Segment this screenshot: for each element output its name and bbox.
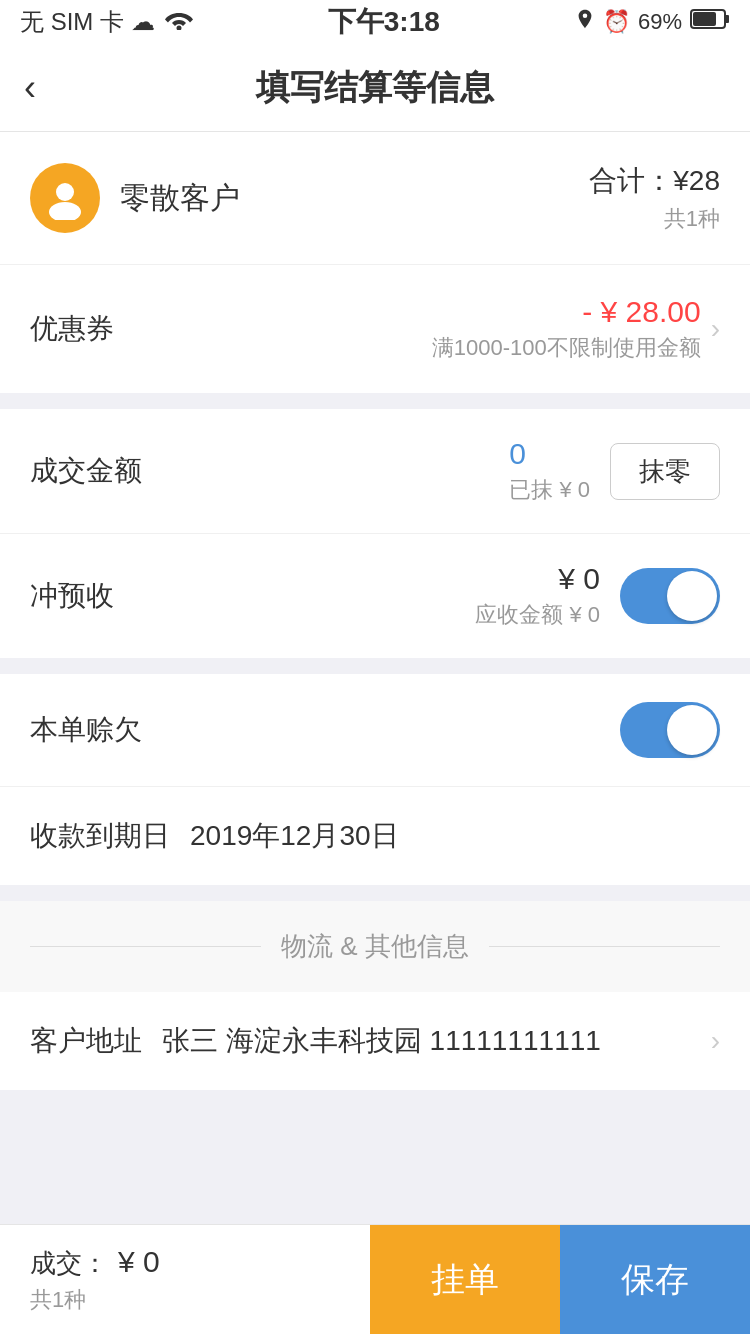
customer-total: 合计：¥28 xyxy=(589,162,720,200)
coupon-right: - ¥ 28.00 满1000-100不限制使用金额 › xyxy=(432,295,720,363)
bottom-transaction: 成交： ¥ 0 xyxy=(30,1245,340,1281)
coupon-label: 优惠券 xyxy=(30,310,114,348)
status-bar: 无 SIM 卡 ☁ 下午3:18 ⏰ 69% xyxy=(0,0,750,44)
svg-point-4 xyxy=(56,183,74,201)
transaction-amount-row: 成交金额 0 已抹 ¥ 0 抹零 xyxy=(0,409,750,534)
status-time: 下午3:18 xyxy=(328,3,440,41)
address-chevron-icon: › xyxy=(711,1025,720,1057)
round-zero-button[interactable]: 抹零 xyxy=(610,443,720,500)
status-right: ⏰ 69% xyxy=(575,8,730,36)
svg-rect-3 xyxy=(693,12,716,26)
transaction-card: 成交金额 0 已抹 ¥ 0 抹零 冲预收 ¥ 0 应收金额 ¥ 0 xyxy=(0,409,750,658)
status-left: 无 SIM 卡 ☁ xyxy=(20,6,193,38)
debit-label: 本单赊欠 xyxy=(30,711,142,749)
save-button[interactable]: 保存 xyxy=(560,1225,750,1334)
content: 零散客户 合计：¥28 共1种 优惠券 - ¥ 28.00 满1000-100不… xyxy=(0,132,750,1226)
svg-point-5 xyxy=(49,202,81,220)
prepayment-toggle[interactable] xyxy=(620,568,720,624)
customer-left: 零散客户 xyxy=(30,163,240,233)
transaction-value: 0 xyxy=(509,437,590,471)
coupon-amount: - ¥ 28.00 xyxy=(432,295,701,329)
coupon-value: - ¥ 28.00 满1000-100不限制使用金额 xyxy=(432,295,701,363)
bottom-buttons: 挂单 保存 xyxy=(370,1225,750,1334)
prepayment-sub: 应收金额 ¥ 0 xyxy=(475,600,600,630)
toggle-circle xyxy=(667,571,717,621)
prepayment-label: 冲预收 xyxy=(30,577,114,615)
customer-card: 零散客户 合计：¥28 共1种 优惠券 - ¥ 28.00 满1000-100不… xyxy=(0,132,750,393)
carrier-text: 无 SIM 卡 ☁ xyxy=(20,6,155,38)
debit-toggle[interactable] xyxy=(620,702,720,758)
bottom-info: 成交： ¥ 0 共1种 xyxy=(0,1245,370,1315)
bottom-transaction-value: ¥ 0 xyxy=(118,1245,160,1279)
coupon-desc: 满1000-100不限制使用金额 xyxy=(432,333,701,363)
user-icon xyxy=(43,176,87,220)
transaction-value-block: 0 已抹 ¥ 0 xyxy=(509,437,590,505)
logistics-title: 物流 & 其他信息 xyxy=(281,929,469,964)
svg-point-0 xyxy=(176,26,181,31)
bottom-transaction-label: 成交： xyxy=(30,1246,108,1281)
battery-icon xyxy=(690,8,730,36)
bottom-count: 共1种 xyxy=(30,1285,340,1315)
location-icon xyxy=(575,8,595,36)
alarm-icon: ⏰ xyxy=(603,9,630,35)
prepayment-amount: ¥ 0 xyxy=(475,562,600,596)
transaction-right: 0 已抹 ¥ 0 抹零 xyxy=(509,437,720,505)
address-label: 客户地址 xyxy=(30,1022,142,1060)
avatar xyxy=(30,163,100,233)
svg-rect-2 xyxy=(725,15,729,23)
prepayment-row: 冲预收 ¥ 0 应收金额 ¥ 0 xyxy=(0,534,750,658)
battery-text: 69% xyxy=(638,9,682,35)
debit-toggle-circle xyxy=(667,705,717,755)
transaction-sub: 已抹 ¥ 0 xyxy=(509,475,590,505)
customer-name: 零散客户 xyxy=(120,178,240,219)
prepayment-right: ¥ 0 应收金额 ¥ 0 xyxy=(475,562,720,630)
address-row[interactable]: 客户地址 张三 海淀永丰科技园 11111111111 › xyxy=(0,992,750,1090)
due-date-value: 2019年12月30日 xyxy=(190,817,399,855)
wifi-icon xyxy=(165,8,193,36)
nav-bar: ‹ 填写结算等信息 xyxy=(0,44,750,132)
logistics-header: 物流 & 其他信息 xyxy=(0,901,750,992)
back-button[interactable]: ‹ xyxy=(24,67,36,109)
logistics-line-left xyxy=(30,946,261,947)
page-title: 填写结算等信息 xyxy=(256,65,494,111)
address-value: 张三 海淀永丰科技园 11111111111 xyxy=(162,1022,711,1060)
customer-row: 零散客户 合计：¥28 共1种 xyxy=(0,132,750,264)
coupon-chevron-icon: › xyxy=(711,313,720,345)
bottom-bar: 成交： ¥ 0 共1种 挂单 保存 xyxy=(0,1224,750,1334)
due-date-label: 收款到期日 xyxy=(30,817,170,855)
coupon-row[interactable]: 优惠券 - ¥ 28.00 满1000-100不限制使用金额 › xyxy=(0,264,750,393)
customer-count: 共1种 xyxy=(589,204,720,234)
debit-card: 本单赊欠 收款到期日 2019年12月30日 xyxy=(0,674,750,885)
pending-button[interactable]: 挂单 xyxy=(370,1225,560,1334)
debit-row: 本单赊欠 xyxy=(0,674,750,786)
transaction-label: 成交金额 xyxy=(30,452,142,490)
due-date-row: 收款到期日 2019年12月30日 xyxy=(0,786,750,885)
prepayment-values: ¥ 0 应收金额 ¥ 0 xyxy=(475,562,600,630)
logistics-card: 物流 & 其他信息 客户地址 张三 海淀永丰科技园 11111111111 › xyxy=(0,901,750,1090)
customer-right: 合计：¥28 共1种 xyxy=(589,162,720,234)
logistics-line-right xyxy=(489,946,720,947)
